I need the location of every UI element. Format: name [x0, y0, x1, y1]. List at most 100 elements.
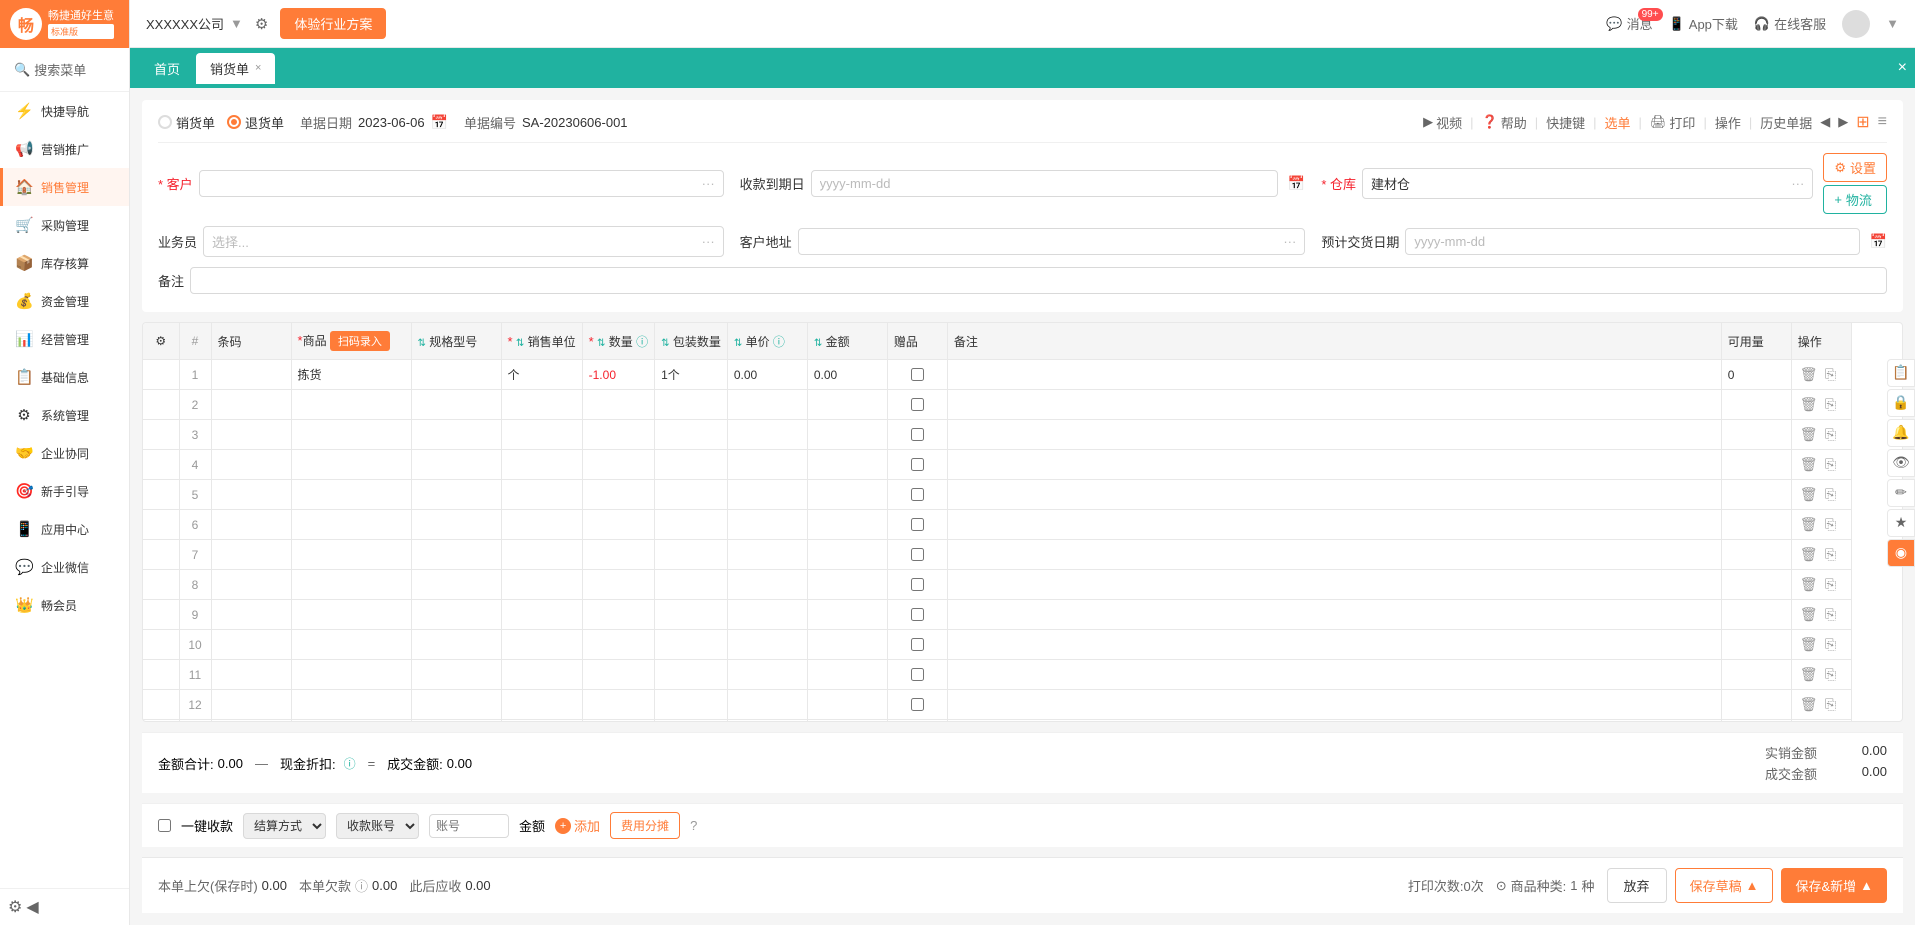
copy-row-icon[interactable]: ⎘: [1825, 456, 1836, 472]
settings-icon[interactable]: ⚙: [8, 897, 22, 917]
scan-entry-button[interactable]: 扫码录入: [330, 331, 390, 351]
topbar-gear-icon[interactable]: ⚙: [255, 15, 268, 33]
app-download-button[interactable]: 📱 App下载: [1669, 14, 1738, 33]
delivery-date-input[interactable]: [1405, 228, 1859, 255]
row-qty[interactable]: [582, 600, 654, 630]
settle-method-select[interactable]: 结算方式: [243, 813, 326, 839]
gift-checkbox[interactable]: [911, 458, 924, 471]
trial-button[interactable]: 体验行业方案: [280, 8, 386, 39]
account-select[interactable]: 收款账号: [336, 813, 419, 839]
close-all-tabs-button[interactable]: ×: [1898, 59, 1907, 77]
copy-row-icon[interactable]: ⎘: [1825, 516, 1836, 532]
online-service-button[interactable]: 🎧 在线客服: [1754, 14, 1826, 33]
warehouse-input[interactable]: 建材仓 ···: [1362, 168, 1813, 199]
help-button[interactable]: ❓ 帮助: [1482, 113, 1527, 132]
row-spec[interactable]: [411, 570, 501, 600]
copy-row-icon[interactable]: ⎘: [1825, 546, 1836, 562]
sidebar-item-system[interactable]: ⚙ 系统管理: [0, 396, 129, 434]
copy-row-icon[interactable]: ⎘: [1825, 666, 1836, 682]
radio-sales-order[interactable]: 销货单: [158, 113, 215, 132]
grid-view-button[interactable]: ⊞: [1856, 112, 1869, 132]
delete-row-icon[interactable]: 🗑: [1800, 426, 1818, 442]
row-spec[interactable]: [411, 720, 501, 723]
delete-row-icon[interactable]: 🗑: [1800, 636, 1818, 652]
col-header-settings[interactable]: ⚙: [143, 323, 179, 360]
float-star-button[interactable]: ★: [1887, 509, 1915, 537]
list-view-button[interactable]: ≡: [1878, 113, 1887, 131]
gift-checkbox[interactable]: [911, 548, 924, 561]
row-qty[interactable]: [582, 540, 654, 570]
row-qty[interactable]: [582, 690, 654, 720]
tab-close-icon[interactable]: ×: [255, 62, 261, 74]
gift-checkbox[interactable]: [911, 698, 924, 711]
row-barcode[interactable]: [211, 630, 291, 660]
copy-row-icon[interactable]: ⎘: [1825, 636, 1836, 652]
copy-row-icon[interactable]: ⎘: [1825, 426, 1836, 442]
sidebar-item-marketing[interactable]: 📢 营销推广: [0, 130, 129, 168]
nav-prev-button[interactable]: ◀: [1820, 114, 1830, 130]
discard-button[interactable]: 放弃: [1607, 868, 1667, 903]
discount-info-icon[interactable]: ⓘ: [344, 755, 356, 772]
delete-row-icon[interactable]: 🗑: [1800, 666, 1818, 682]
arrears-help-icon[interactable]: ⓘ: [355, 876, 368, 895]
row-spec[interactable]: [411, 450, 501, 480]
sidebar-item-sales[interactable]: 🏠 销售管理: [0, 168, 129, 206]
row-barcode[interactable]: [211, 510, 291, 540]
save-draft-button[interactable]: 保存草稿 ▲: [1675, 868, 1774, 903]
collection-date-calendar-icon[interactable]: 📅: [1288, 175, 1305, 192]
row-barcode[interactable]: [211, 480, 291, 510]
row-barcode[interactable]: [211, 690, 291, 720]
row-qty[interactable]: [582, 420, 654, 450]
salesperson-input[interactable]: 选择... ···: [203, 226, 724, 257]
gift-checkbox[interactable]: [911, 398, 924, 411]
gift-checkbox[interactable]: [911, 368, 924, 381]
history-orders-button[interactable]: 历史单据: [1760, 113, 1812, 132]
video-help-button[interactable]: ▶ 视频: [1423, 113, 1462, 132]
settings-button[interactable]: ⚙ 设置: [1823, 153, 1887, 182]
logistics-button[interactable]: + 物流: [1823, 185, 1887, 214]
copy-row-icon[interactable]: ⎘: [1825, 396, 1836, 412]
copy-row-icon[interactable]: ⎘: [1825, 606, 1836, 622]
sidebar-item-operations[interactable]: 📊 经营管理: [0, 320, 129, 358]
row-spec[interactable]: [411, 630, 501, 660]
gift-checkbox[interactable]: [911, 668, 924, 681]
gift-checkbox[interactable]: [911, 608, 924, 621]
row-qty[interactable]: [582, 450, 654, 480]
notes-input[interactable]: [190, 267, 1887, 294]
radio-return-order[interactable]: 退货单: [227, 113, 284, 132]
delete-row-icon[interactable]: 🗑: [1800, 546, 1818, 562]
delete-row-icon[interactable]: 🗑: [1800, 366, 1818, 382]
collapse-icon[interactable]: ◀: [26, 897, 38, 917]
date-calendar-icon[interactable]: 📅: [431, 114, 448, 131]
sidebar-item-wechat[interactable]: 💬 企业微信: [0, 548, 129, 586]
float-orange-button[interactable]: ◉: [1887, 539, 1915, 567]
copy-row-icon[interactable]: ⎘: [1825, 366, 1836, 382]
row-qty[interactable]: [582, 390, 654, 420]
row-spec[interactable]: [411, 540, 501, 570]
row-qty[interactable]: [582, 660, 654, 690]
row-barcode[interactable]: [211, 600, 291, 630]
sidebar-item-inventory[interactable]: 📦 库存核算: [0, 244, 129, 282]
customer-address-input[interactable]: ···: [798, 228, 1306, 255]
user-avatar[interactable]: [1842, 10, 1870, 38]
row-qty[interactable]: [582, 720, 654, 723]
gift-checkbox[interactable]: [911, 488, 924, 501]
row-spec[interactable]: [411, 660, 501, 690]
one-click-pay-checkbox[interactable]: [158, 819, 171, 832]
row-qty[interactable]: [582, 480, 654, 510]
row-spec[interactable]: [411, 600, 501, 630]
sidebar-item-collab[interactable]: 🤝 企业协同: [0, 434, 129, 472]
row-spec[interactable]: [411, 510, 501, 540]
add-payment-button[interactable]: + 添加: [555, 816, 600, 835]
collection-date-input[interactable]: [811, 170, 1278, 197]
price-info-icon[interactable]: ⓘ: [773, 335, 785, 349]
customer-input[interactable]: ···: [199, 170, 724, 197]
row-barcode[interactable]: [211, 360, 291, 390]
delivery-date-calendar-icon[interactable]: 📅: [1870, 233, 1887, 250]
float-edit-button[interactable]: ✏: [1887, 479, 1915, 507]
gift-checkbox[interactable]: [911, 518, 924, 531]
row-spec[interactable]: [411, 690, 501, 720]
search-menu-button[interactable]: 🔍 搜索菜单: [8, 56, 121, 83]
tab-sales-order[interactable]: 销货单 ×: [196, 53, 275, 84]
qty-info-icon[interactable]: ⓘ: [636, 335, 648, 349]
